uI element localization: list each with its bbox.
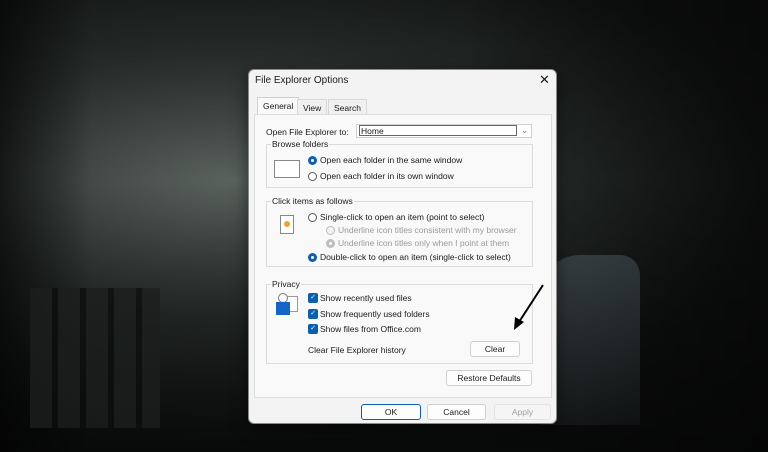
annotation-arrow xyxy=(0,0,768,452)
